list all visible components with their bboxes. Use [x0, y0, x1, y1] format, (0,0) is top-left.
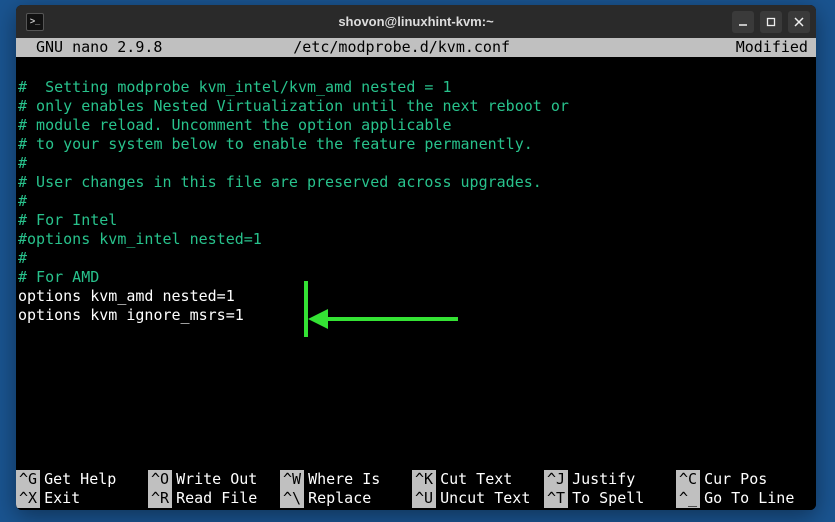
editor-line[interactable]: # module reload. Uncomment the option ap… — [16, 116, 816, 135]
shortcut-label: Replace — [308, 489, 371, 508]
shortcut-row-1: ^G Get Help^O Write Out^W Where Is^K Cut… — [16, 470, 816, 489]
shortcut-item[interactable]: ^T To Spell — [544, 489, 676, 508]
shortcut-label: Go To Line — [704, 489, 794, 508]
shortcut-label: Exit — [44, 489, 80, 508]
terminal-window: >_ shovon@linuxhint-kvm:~ GNU nano 2.9.8… — [16, 5, 816, 510]
editor-line[interactable]: # to your system below to enable the fea… — [16, 135, 816, 154]
editor-line[interactable]: options kvm ignore_msrs=1 — [16, 306, 816, 325]
shortcut-label: Get Help — [44, 470, 116, 489]
terminal-area[interactable]: GNU nano 2.9.8 /etc/modprobe.d/kvm.conf … — [16, 38, 816, 510]
shortcut-key: ^J — [544, 470, 568, 489]
shortcut-label: To Spell — [572, 489, 644, 508]
shortcut-item[interactable]: ^\ Replace — [280, 489, 412, 508]
editor-line[interactable]: # User changes in this file are preserve… — [16, 173, 816, 192]
shortcut-key: ^_ — [676, 489, 700, 508]
window-titlebar: >_ shovon@linuxhint-kvm:~ — [16, 5, 816, 38]
nano-statusbar: GNU nano 2.9.8 /etc/modprobe.d/kvm.conf … — [16, 38, 816, 57]
shortcut-key: ^R — [148, 489, 172, 508]
shortcut-item[interactable]: ^J Justify — [544, 470, 676, 489]
shortcut-item[interactable]: ^X Exit — [16, 489, 148, 508]
nano-shortcut-bar: ^G Get Help^O Write Out^W Where Is^K Cut… — [16, 470, 816, 508]
shortcut-label: Write Out — [176, 470, 257, 489]
shortcut-key: ^X — [16, 489, 40, 508]
nano-file-path: /etc/modprobe.d/kvm.conf — [293, 38, 510, 57]
editor-line[interactable]: # For Intel — [16, 211, 816, 230]
editor-line[interactable]: # For AMD — [16, 268, 816, 287]
shortcut-key: ^K — [412, 470, 436, 489]
editor-content[interactable]: # Setting modprobe kvm_intel/kvm_amd nes… — [16, 57, 816, 325]
shortcut-item[interactable]: ^W Where Is — [280, 470, 412, 489]
editor-line[interactable]: # — [16, 192, 816, 211]
editor-line[interactable]: #options kvm_intel nested=1 — [16, 230, 816, 249]
editor-line[interactable]: options kvm_amd nested=1 — [16, 287, 816, 306]
shortcut-item[interactable]: ^R Read File — [148, 489, 280, 508]
terminal-icon: >_ — [26, 13, 44, 31]
close-button[interactable] — [788, 11, 810, 33]
shortcut-key: ^U — [412, 489, 436, 508]
shortcut-key: ^G — [16, 470, 40, 489]
editor-line[interactable]: # — [16, 249, 816, 268]
editor-line[interactable]: # — [16, 154, 816, 173]
nano-modified: Modified — [736, 38, 814, 57]
shortcut-item[interactable]: ^O Write Out — [148, 470, 280, 489]
shortcut-key: ^\ — [280, 489, 304, 508]
editor-line[interactable]: # Setting modprobe kvm_intel/kvm_amd nes… — [16, 78, 816, 97]
shortcut-label: Cut Text — [440, 470, 512, 489]
editor-line[interactable]: # only enables Nested Virtualization unt… — [16, 97, 816, 116]
maximize-button[interactable] — [760, 11, 782, 33]
shortcut-item[interactable]: ^C Cur Pos — [676, 470, 808, 489]
shortcut-label: Justify — [572, 470, 635, 489]
shortcut-label: Where Is — [308, 470, 380, 489]
window-title: shovon@linuxhint-kvm:~ — [16, 14, 816, 29]
shortcut-key: ^O — [148, 470, 172, 489]
window-buttons — [732, 11, 816, 33]
shortcut-label: Cur Pos — [704, 470, 767, 489]
shortcut-item[interactable]: ^G Get Help — [16, 470, 148, 489]
shortcut-row-2: ^X Exit^R Read File^\ Replace^U Uncut Te… — [16, 489, 816, 508]
shortcut-key: ^C — [676, 470, 700, 489]
minimize-button[interactable] — [732, 11, 754, 33]
shortcut-item[interactable]: ^_ Go To Line — [676, 489, 808, 508]
shortcut-key: ^W — [280, 470, 304, 489]
nano-app-name: GNU nano 2.9.8 — [18, 38, 180, 57]
shortcut-item[interactable]: ^K Cut Text — [412, 470, 544, 489]
shortcut-item[interactable]: ^U Uncut Text — [412, 489, 544, 508]
shortcut-label: Read File — [176, 489, 257, 508]
shortcut-key: ^T — [544, 489, 568, 508]
shortcut-label: Uncut Text — [440, 489, 530, 508]
